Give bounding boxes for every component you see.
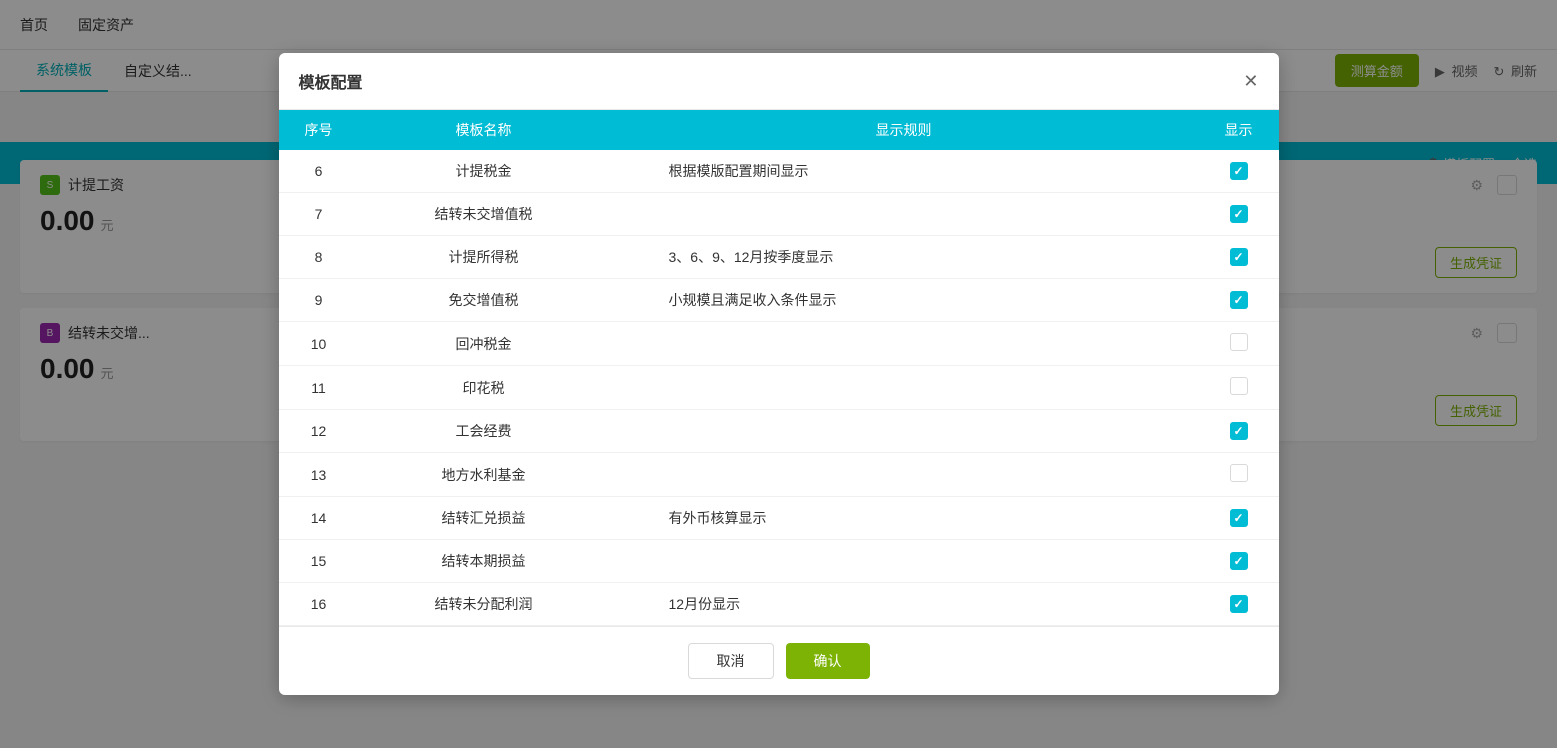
template-config-modal: 模板配置 ✕ 序号 模板名称 显示规则 显示 6计提税金根据模版配置期间显 xyxy=(279,53,1279,695)
cell-name: 印花税 xyxy=(359,366,609,410)
table-row: 7结转未交增值税 xyxy=(279,193,1279,236)
cell-rule xyxy=(609,322,1199,366)
modal-overlay: 模板配置 ✕ 序号 模板名称 显示规则 显示 6计提税金根据模版配置期间显 xyxy=(0,0,1557,748)
cell-name: 结转未分配利润 xyxy=(359,583,609,626)
cell-checkbox xyxy=(1199,193,1279,236)
table-row: 16结转未分配利润12月份显示 xyxy=(279,583,1279,626)
table-row: 15结转本期损益 xyxy=(279,540,1279,583)
cell-checkbox xyxy=(1199,150,1279,193)
cell-rule xyxy=(609,410,1199,453)
cell-checkbox xyxy=(1199,366,1279,410)
cell-name: 免交增值税 xyxy=(359,279,609,322)
cell-name: 回冲税金 xyxy=(359,322,609,366)
table-row: 14结转汇兑损益有外币核算显示 xyxy=(279,497,1279,540)
checkbox-row-6[interactable] xyxy=(1230,162,1248,180)
checkbox-row-15[interactable] xyxy=(1230,552,1248,570)
checkbox-row-8[interactable] xyxy=(1230,248,1248,266)
cell-id: 8 xyxy=(279,236,359,279)
cell-id: 15 xyxy=(279,540,359,583)
table-row: 13地方水利基金 xyxy=(279,453,1279,497)
col-header-display: 显示 xyxy=(1199,110,1279,150)
cell-checkbox xyxy=(1199,322,1279,366)
table-row: 12工会经费 xyxy=(279,410,1279,453)
cell-id: 11 xyxy=(279,366,359,410)
cell-checkbox xyxy=(1199,279,1279,322)
col-header-id: 序号 xyxy=(279,110,359,150)
checkbox-row-12[interactable] xyxy=(1230,422,1248,440)
cell-checkbox xyxy=(1199,497,1279,540)
cell-rule: 有外币核算显示 xyxy=(609,497,1199,540)
cell-name: 结转本期损益 xyxy=(359,540,609,583)
checkbox-row-13[interactable] xyxy=(1230,464,1248,482)
cell-id: 10 xyxy=(279,322,359,366)
cell-name: 计提税金 xyxy=(359,150,609,193)
checkbox-row-16[interactable] xyxy=(1230,595,1248,613)
modal-close-button[interactable]: ✕ xyxy=(1243,71,1258,92)
cell-id: 6 xyxy=(279,150,359,193)
cell-checkbox xyxy=(1199,540,1279,583)
cell-name: 工会经费 xyxy=(359,410,609,453)
modal-header: 模板配置 ✕ xyxy=(279,53,1279,110)
cell-checkbox xyxy=(1199,583,1279,626)
modal-body: 序号 模板名称 显示规则 显示 6计提税金根据模版配置期间显示7结转未交增值税8… xyxy=(279,110,1279,626)
cell-rule: 小规模且满足收入条件显示 xyxy=(609,279,1199,322)
table-row: 10回冲税金 xyxy=(279,322,1279,366)
cell-name: 计提所得税 xyxy=(359,236,609,279)
checkbox-row-9[interactable] xyxy=(1230,291,1248,309)
cell-name: 结转未交增值税 xyxy=(359,193,609,236)
cell-rule xyxy=(609,540,1199,583)
cell-rule xyxy=(609,453,1199,497)
confirm-button[interactable]: 确认 xyxy=(786,643,870,679)
table-row: 8计提所得税3、6、9、12月按季度显示 xyxy=(279,236,1279,279)
cell-id: 16 xyxy=(279,583,359,626)
checkbox-row-10[interactable] xyxy=(1230,333,1248,351)
table-row: 11印花税 xyxy=(279,366,1279,410)
modal-footer: 取消 确认 xyxy=(279,626,1279,695)
config-table: 序号 模板名称 显示规则 显示 6计提税金根据模版配置期间显示7结转未交增值税8… xyxy=(279,110,1279,626)
cell-id: 13 xyxy=(279,453,359,497)
cell-id: 12 xyxy=(279,410,359,453)
cell-rule: 3、6、9、12月按季度显示 xyxy=(609,236,1199,279)
table-scroll-container[interactable]: 序号 模板名称 显示规则 显示 6计提税金根据模版配置期间显示7结转未交增值税8… xyxy=(279,110,1279,626)
cell-id: 7 xyxy=(279,193,359,236)
col-header-name: 模板名称 xyxy=(359,110,609,150)
cell-id: 14 xyxy=(279,497,359,540)
modal-title: 模板配置 xyxy=(299,69,363,93)
cell-checkbox xyxy=(1199,236,1279,279)
cell-name: 结转汇兑损益 xyxy=(359,497,609,540)
cell-checkbox xyxy=(1199,453,1279,497)
checkbox-row-7[interactable] xyxy=(1230,205,1248,223)
table-row: 6计提税金根据模版配置期间显示 xyxy=(279,150,1279,193)
cell-rule xyxy=(609,193,1199,236)
cell-checkbox xyxy=(1199,410,1279,453)
table-header-row: 序号 模板名称 显示规则 显示 xyxy=(279,110,1279,150)
table-row: 9免交增值税小规模且满足收入条件显示 xyxy=(279,279,1279,322)
table-body: 6计提税金根据模版配置期间显示7结转未交增值税8计提所得税3、6、9、12月按季… xyxy=(279,150,1279,626)
cell-name: 地方水利基金 xyxy=(359,453,609,497)
col-header-rule: 显示规则 xyxy=(609,110,1199,150)
cell-rule: 12月份显示 xyxy=(609,583,1199,626)
cell-rule xyxy=(609,366,1199,410)
checkbox-row-11[interactable] xyxy=(1230,377,1248,395)
cell-rule: 根据模版配置期间显示 xyxy=(609,150,1199,193)
cancel-button[interactable]: 取消 xyxy=(688,643,774,679)
cell-id: 9 xyxy=(279,279,359,322)
checkbox-row-14[interactable] xyxy=(1230,509,1248,527)
